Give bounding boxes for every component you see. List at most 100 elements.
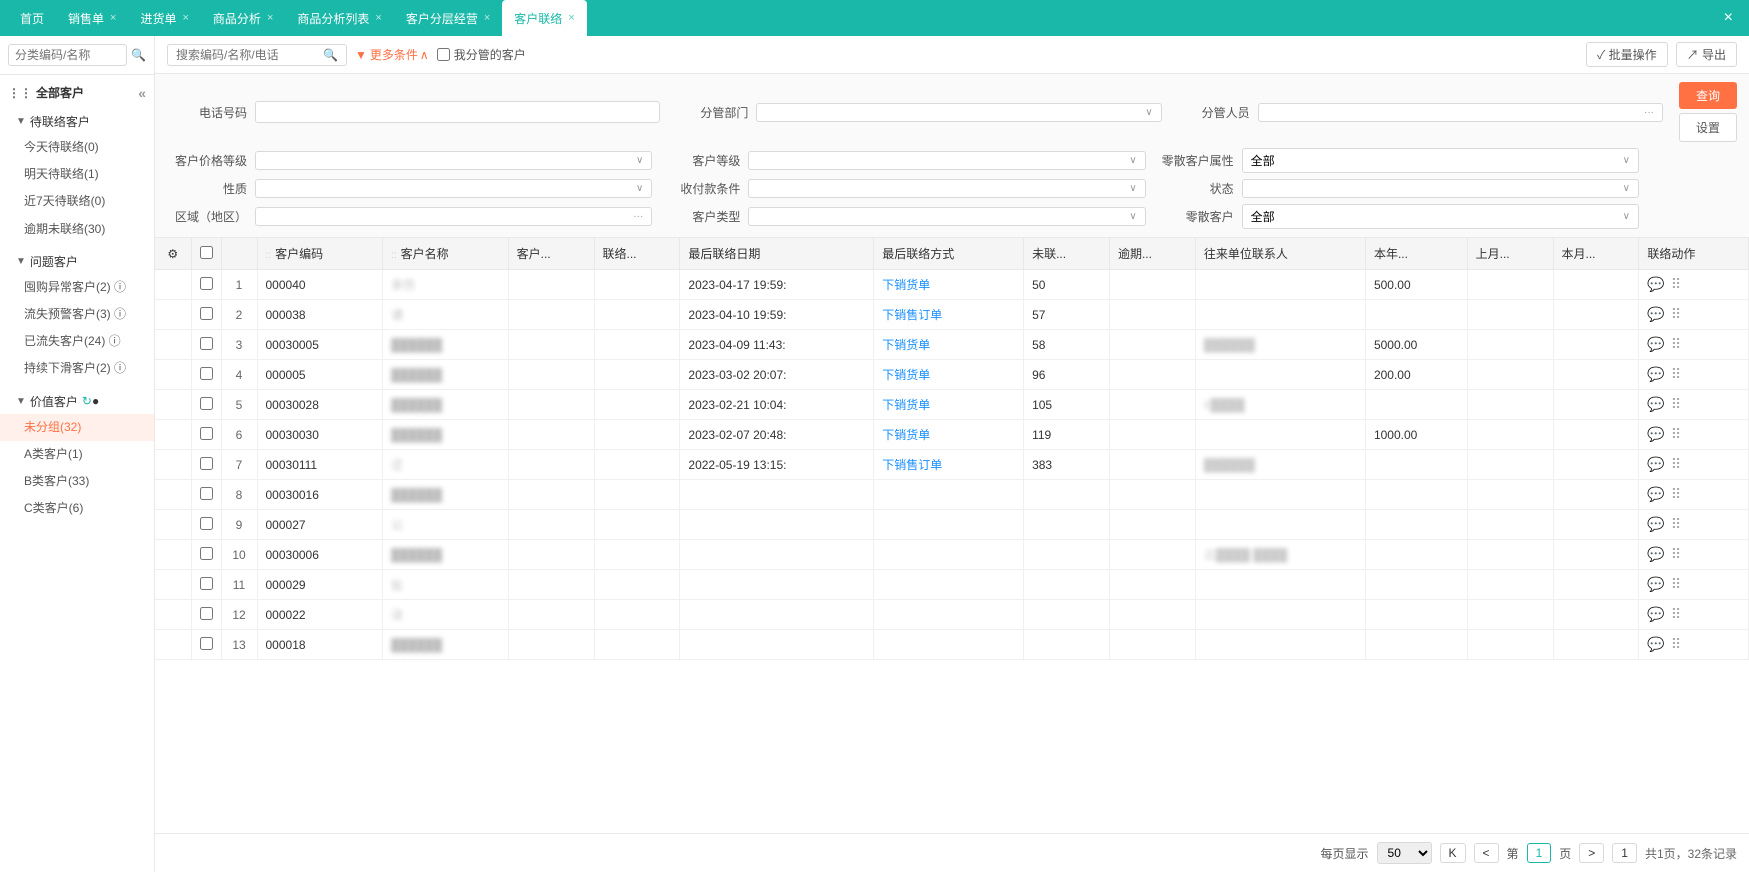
row-select-checkbox[interactable] [200, 607, 213, 620]
nav-product-analysis-list-close[interactable]: × [375, 12, 381, 24]
contact-type-link[interactable]: 下销货单 [882, 338, 930, 352]
sidebar-item-overdue-no-contact[interactable]: 逾期未联络(30) [0, 216, 154, 243]
row-select-checkbox[interactable] [200, 307, 213, 320]
sidebar-item-unclassified[interactable]: 未分组(32) [0, 414, 154, 441]
col-this-year[interactable]: 本年... [1365, 238, 1467, 270]
col-no-contact-days[interactable]: 未联... [1024, 238, 1110, 270]
first-page-button[interactable]: K [1440, 843, 1466, 863]
row-settings[interactable] [155, 570, 191, 600]
contact-action-icon[interactable]: 💬 [1647, 636, 1664, 653]
sidebar-item-c-class[interactable]: C类客户(6) [0, 495, 154, 522]
col-settings[interactable]: ⚙ [155, 238, 191, 270]
col-customer-code[interactable]: ::客户编码 [257, 238, 383, 270]
refresh-icon[interactable]: ↻ [82, 394, 92, 408]
contact-type-link[interactable]: 下销货单 [882, 278, 930, 292]
prev-page-button[interactable]: < [1474, 843, 1499, 863]
sidebar-item-a-class[interactable]: A类客户(1) [0, 441, 154, 468]
col-last-month[interactable]: 上月... [1467, 238, 1553, 270]
col-contact-info[interactable]: 联络... [594, 238, 680, 270]
next-page-button[interactable]: > [1579, 843, 1604, 863]
more-action-icon[interactable]: ⠿ [1671, 396, 1681, 413]
row-select-checkbox[interactable] [200, 577, 213, 590]
sidebar-search-icon[interactable]: 🔍 [131, 48, 146, 62]
row-settings[interactable] [155, 480, 191, 510]
row-select-checkbox[interactable] [200, 367, 213, 380]
col-checkbox-all[interactable] [191, 238, 221, 270]
nav-sales[interactable]: 销售单 × [56, 0, 128, 36]
reset-button[interactable]: 设置 [1679, 113, 1737, 142]
row-checkbox[interactable] [191, 630, 221, 660]
row-checkbox[interactable] [191, 330, 221, 360]
row-select-checkbox[interactable] [200, 637, 213, 650]
filter-search-icon[interactable]: 🔍 [323, 48, 338, 62]
customer-type-select[interactable]: ∨ [748, 207, 1145, 226]
contact-action-icon[interactable]: 💬 [1647, 456, 1664, 473]
row-select-checkbox[interactable] [200, 517, 213, 530]
customer-level-select[interactable]: ∨ [748, 151, 1145, 170]
sidebar-item-churn-warning[interactable]: 流失预警客户(3) ⓘ [0, 301, 154, 328]
row-select-checkbox[interactable] [200, 397, 213, 410]
row-checkbox[interactable] [191, 570, 221, 600]
row-select-checkbox[interactable] [200, 487, 213, 500]
row-checkbox[interactable] [191, 510, 221, 540]
more-action-icon[interactable]: ⠿ [1671, 426, 1681, 443]
payment-terms-select[interactable]: ∨ [748, 179, 1145, 198]
col-last-contact-date[interactable]: 最后联络日期 [680, 238, 874, 270]
row-select-checkbox[interactable] [200, 427, 213, 440]
row-checkbox[interactable] [191, 540, 221, 570]
query-button[interactable]: 查询 [1679, 82, 1737, 109]
select-all-checkbox[interactable] [200, 246, 213, 259]
nav-product-analysis-close[interactable]: × [267, 12, 273, 24]
batch-operations-button[interactable]: ✓ 批量操作 [1586, 42, 1668, 67]
contact-type-link[interactable]: 下销货单 [882, 428, 930, 442]
row-settings[interactable] [155, 420, 191, 450]
price-level-select[interactable]: ∨ [255, 151, 652, 170]
contact-action-icon[interactable]: 💬 [1647, 546, 1664, 563]
contact-type-link[interactable]: 下销售订单 [882, 458, 942, 472]
col-this-month[interactable]: 本月... [1553, 238, 1639, 270]
more-action-icon[interactable]: ⠿ [1671, 456, 1681, 473]
sidebar-search-input[interactable] [8, 44, 127, 66]
region-select[interactable]: ··· [255, 207, 652, 226]
nav-sales-close[interactable]: × [110, 12, 116, 24]
nav-purchase-close[interactable]: × [182, 12, 188, 24]
contact-type-link[interactable]: 下销货单 [882, 398, 930, 412]
contact-action-icon[interactable]: 💬 [1647, 366, 1664, 383]
scatter-attr-select[interactable]: 全部 ∨ [1242, 148, 1639, 173]
more-action-icon[interactable]: ⠿ [1671, 636, 1681, 653]
nav-home[interactable]: 首页 [8, 0, 56, 36]
last-page-button[interactable]: 1 [1612, 843, 1637, 863]
more-action-icon[interactable]: ⠿ [1671, 306, 1681, 323]
scatter-customer-select[interactable]: 全部 ∨ [1242, 204, 1639, 229]
nav-customer-segment-close[interactable]: × [484, 12, 490, 24]
row-settings[interactable] [155, 300, 191, 330]
col-unit-contact[interactable]: 往来单位联系人 [1195, 238, 1365, 270]
dept-select[interactable]: ∨ [756, 103, 1161, 122]
col-last-contact-type[interactable]: 最后联络方式 [874, 238, 1024, 270]
status-select[interactable]: ∨ [1242, 179, 1639, 198]
row-select-checkbox[interactable] [200, 547, 213, 560]
row-settings[interactable] [155, 450, 191, 480]
category-pending-contact-header[interactable]: ▼ 待联络客户 [0, 109, 154, 134]
sidebar-item-today-pending[interactable]: 今天待联络(0) [0, 134, 154, 161]
row-checkbox[interactable] [191, 360, 221, 390]
row-settings[interactable] [155, 330, 191, 360]
contact-action-icon[interactable]: 💬 [1647, 576, 1664, 593]
col-overdue[interactable]: 逾期... [1109, 238, 1195, 270]
row-settings[interactable] [155, 630, 191, 660]
manager-select[interactable]: ··· [1258, 103, 1663, 122]
more-action-icon[interactable]: ⠿ [1671, 276, 1681, 293]
nav-product-analysis[interactable]: 商品分析 × [201, 0, 285, 36]
sidebar-item-hoarding-abnormal[interactable]: 囤购异常客户(2) ⓘ [0, 274, 154, 301]
nav-product-analysis-list[interactable]: 商品分析列表 × [285, 0, 393, 36]
row-select-checkbox[interactable] [200, 337, 213, 350]
row-settings[interactable] [155, 270, 191, 300]
col-customer-name[interactable]: ::客户名称 [383, 238, 509, 270]
more-action-icon[interactable]: ⠿ [1671, 576, 1681, 593]
row-settings[interactable] [155, 600, 191, 630]
row-settings[interactable] [155, 540, 191, 570]
filter-search-box[interactable]: 🔍 [167, 44, 347, 66]
row-settings[interactable] [155, 360, 191, 390]
sidebar-item-lost-customers[interactable]: 已流失客户(24) ⓘ [0, 328, 154, 355]
row-checkbox[interactable] [191, 480, 221, 510]
